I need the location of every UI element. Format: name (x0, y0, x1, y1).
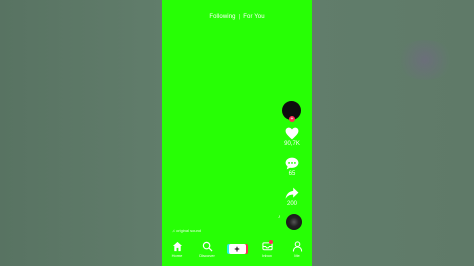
nav-add[interactable]: + (223, 241, 251, 254)
nav-inbox-label: Inbox (262, 253, 272, 258)
share-button[interactable]: 200 (280, 187, 304, 207)
nav-me-label: Me (294, 253, 300, 258)
search-icon (202, 241, 212, 252)
share-arrow-icon (285, 187, 299, 199)
profile-icon (292, 241, 302, 252)
tab-for-you[interactable]: For You (243, 14, 264, 20)
nav-me[interactable]: Me (283, 241, 311, 258)
blurred-background-left (0, 0, 162, 266)
share-count: 200 (286, 201, 297, 207)
sound-name: original sound (176, 228, 202, 233)
home-icon (172, 241, 182, 252)
follow-plus-icon[interactable]: + (289, 116, 295, 122)
tab-separator: | (238, 14, 241, 20)
inbox-notification-dot (269, 240, 273, 244)
blurred-background-blob (395, 40, 455, 80)
bottom-nav: Home Discover + Inbox Me (162, 238, 312, 266)
nav-home[interactable]: Home (163, 241, 191, 258)
nav-discover-label: Discover (199, 253, 215, 258)
nav-inbox[interactable]: Inbox (253, 240, 281, 258)
like-button[interactable]: 90,7K (280, 127, 304, 147)
phone-screen: Following | For You + 90,7K 65 200 ♪ ♫ ori… (162, 0, 312, 266)
nav-discover[interactable]: Discover (193, 241, 221, 258)
tab-following[interactable]: Following (209, 14, 235, 20)
blurred-background-right (312, 0, 474, 266)
heart-icon (285, 127, 299, 140)
top-tabs: Following | For You (162, 14, 312, 20)
comment-button[interactable]: 65 (280, 157, 304, 177)
nav-home-label: Home (171, 253, 183, 258)
like-count: 90,7K (284, 141, 300, 147)
comment-icon (285, 157, 299, 170)
music-disc-icon[interactable] (286, 214, 302, 230)
add-video-button[interactable]: + (228, 244, 246, 254)
sound-caption[interactable]: ♫ original sound (172, 228, 201, 233)
music-note-icon: ♪ (278, 214, 281, 220)
comment-count: 65 (288, 171, 296, 177)
